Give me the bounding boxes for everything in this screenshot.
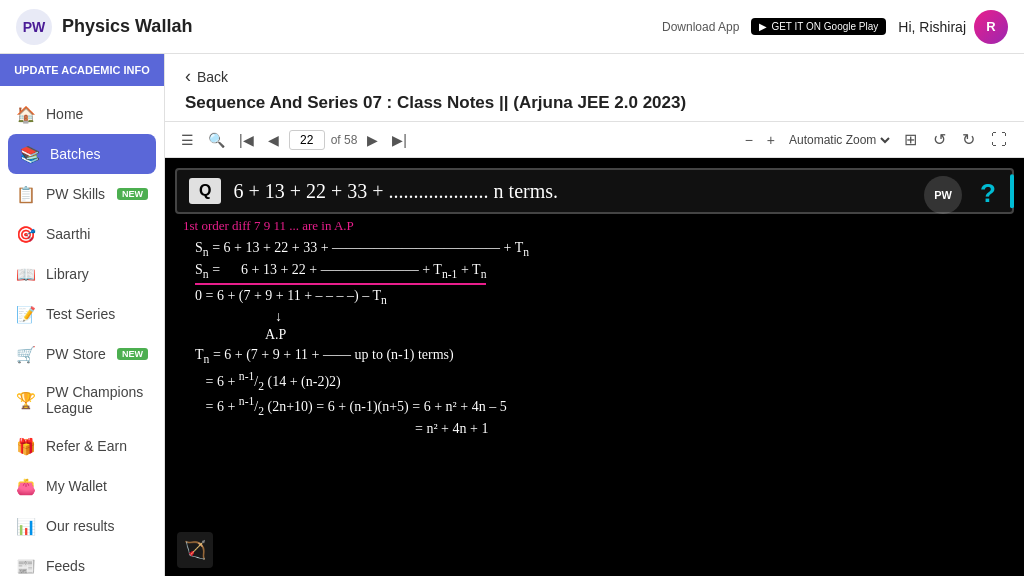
math-content: Q 6 + 13 + 22 + 33 + ...................… [165, 158, 1024, 576]
pdf-last-page-btn[interactable]: ▶| [388, 130, 411, 150]
eq-arrow: ↓ [275, 309, 1014, 325]
sidebar-item-saarthi[interactable]: 🎯 Saarthi [0, 214, 164, 254]
sidebar-label-home: Home [46, 106, 83, 122]
top-navigation: PW Physics Wallah Download App ▶ GET IT … [0, 0, 1024, 54]
pw-logo: PW [16, 9, 52, 45]
eq-line-expand1: = 6 + n-1/2 (14 + (n-2)2) [195, 370, 1014, 392]
sidebar-label-pw-skills: PW Skills [46, 186, 105, 202]
pdf-menu-btn[interactable]: ☰ [177, 130, 198, 150]
pdf-page-input[interactable] [289, 130, 325, 150]
library-icon: 📖 [16, 264, 36, 284]
sidebar-item-refer-earn[interactable]: 🎁 Refer & Earn [0, 426, 164, 466]
sidebar-label-pw-champions: PW Champions League [46, 384, 148, 416]
q-badge: Q [189, 178, 221, 204]
pdf-canvas: Q 6 + 13 + 22 + 33 + ...................… [165, 158, 1024, 576]
play-icon: ▶ [759, 21, 767, 32]
content-header: ‹ Back Sequence And Series 07 : Class No… [165, 54, 1024, 122]
sidebar-item-library[interactable]: 📖 Library [0, 254, 164, 294]
download-label: Download App [662, 20, 739, 34]
sidebar: UPDATE ACADEMIC INFO 🏠 Home 📚 Batches 📋 … [0, 54, 165, 576]
top-nav-left: PW Physics Wallah [16, 9, 192, 45]
top-nav-right: Download App ▶ GET IT ON Google Play Hi,… [662, 10, 1008, 44]
refer-earn-icon: 🎁 [16, 436, 36, 456]
pdf-prev-page-btn[interactable]: ◀ [264, 130, 283, 150]
user-info: Hi, Rishiraj R [898, 10, 1008, 44]
eq-line-1: Sn = 6 + 13 + 22 + 33 + ———————————— + T… [195, 240, 1014, 259]
eq-line-3: 0 = 6 + (7 + 9 + 11 + – – – –) – Tn [195, 288, 1014, 307]
math-equations: Sn = 6 + 13 + 22 + 33 + ———————————— + T… [175, 240, 1014, 437]
eq-line-2: Sn = 6 + 13 + 22 + ——————— + Tn-1 + Tn [195, 262, 1014, 285]
back-button[interactable]: ‹ Back [185, 66, 1004, 87]
sidebar-nav: 🏠 Home 📚 Batches 📋 PW Skills NEW 🎯 Saart… [0, 86, 164, 576]
pdf-screenshot-btn[interactable]: ⊞ [899, 128, 922, 151]
test-series-icon: 📝 [16, 304, 36, 324]
user-avatar[interactable]: R [974, 10, 1008, 44]
sidebar-item-test-series[interactable]: 📝 Test Series [0, 294, 164, 334]
sidebar-label-my-wallet: My Wallet [46, 478, 107, 494]
annotation-text: 1st order diff 7 9 11 ... are in A.P [183, 218, 1014, 234]
content-area: ‹ Back Sequence And Series 07 : Class No… [165, 54, 1024, 576]
sidebar-label-batches: Batches [50, 146, 101, 162]
sidebar-label-library: Library [46, 266, 89, 282]
sidebar-label-pw-store: PW Store [46, 346, 106, 362]
app-title: Physics Wallah [62, 16, 192, 37]
sidebar-item-feeds[interactable]: 📰 Feeds [0, 546, 164, 576]
home-icon: 🏠 [16, 104, 36, 124]
sidebar-item-pw-champions[interactable]: 🏆 PW Champions League [0, 374, 164, 426]
sidebar-label-feeds: Feeds [46, 558, 85, 574]
sidebar-item-batches[interactable]: 📚 Batches [8, 134, 156, 174]
question-mark-icon: ? [980, 178, 996, 209]
user-greeting: Hi, Rishiraj [898, 19, 966, 35]
pdf-toolbar-right: ⊞ ↺ ↻ ⛶ [899, 128, 1012, 151]
pdf-zoom-select[interactable]: Automatic Zoom [785, 132, 893, 148]
pw-store-icon: 🛒 [16, 344, 36, 364]
sidebar-label-saarthi: Saarthi [46, 226, 90, 242]
pdf-rotate-cw-btn[interactable]: ↻ [957, 128, 980, 151]
sidebar-label-refer-earn: Refer & Earn [46, 438, 127, 454]
archer-icon: 🏹 [177, 532, 213, 568]
new-badge-pw-store: NEW [117, 348, 148, 360]
sidebar-item-our-results[interactable]: 📊 Our results [0, 506, 164, 546]
teal-accent-bar [1010, 174, 1014, 208]
sidebar-label-our-results: Our results [46, 518, 114, 534]
pdf-rotate-ccw-btn[interactable]: ↺ [928, 128, 951, 151]
google-play-text: GET IT ON Google Play [771, 21, 878, 32]
eq-line-expand2: = 6 + n-1/2 (2n+10) = 6 + (n-1)(n+5) = 6… [195, 396, 1014, 418]
sidebar-item-pw-skills[interactable]: 📋 PW Skills NEW [0, 174, 164, 214]
new-badge-pw-skills: NEW [117, 188, 148, 200]
saarthi-icon: 🎯 [16, 224, 36, 244]
feeds-icon: 📰 [16, 556, 36, 576]
results-icon: 📊 [16, 516, 36, 536]
wallet-icon: 👛 [16, 476, 36, 496]
pdf-zoom-out-btn[interactable]: − [741, 130, 757, 150]
pdf-viewer: Q 6 + 13 + 22 + 33 + ...................… [165, 158, 1024, 576]
pw-champions-icon: 🏆 [16, 390, 36, 410]
question-text: 6 + 13 + 22 + 33 + .................... … [233, 180, 558, 203]
document-title: Sequence And Series 07 : Class Notes || … [185, 93, 1004, 113]
pdf-toolbar: ☰ 🔍 |◀ ◀ of 58 ▶ ▶| − + Automatic Zoom ⊞… [165, 122, 1024, 158]
sidebar-item-pw-store[interactable]: 🛒 PW Store NEW [0, 334, 164, 374]
batches-icon: 📚 [20, 144, 40, 164]
eq-tn-def: Tn = 6 + (7 + 9 + 11 + —— up to (n-1) te… [195, 347, 1014, 366]
pw-skills-icon: 📋 [16, 184, 36, 204]
back-label: Back [197, 69, 228, 85]
google-play-badge[interactable]: ▶ GET IT ON Google Play [751, 18, 886, 35]
eq-ap: A.P [265, 327, 1014, 343]
sidebar-item-home[interactable]: 🏠 Home [0, 94, 164, 134]
eq-line-final: = n² + 4n + 1 [415, 421, 1014, 437]
sidebar-item-my-wallet[interactable]: 👛 My Wallet [0, 466, 164, 506]
main-layout: UPDATE ACADEMIC INFO 🏠 Home 📚 Batches 📋 … [0, 54, 1024, 576]
pw-watermark: PW [924, 176, 962, 214]
pdf-next-page-btn[interactable]: ▶ [363, 130, 382, 150]
pdf-page-total: of 58 [331, 133, 358, 147]
pdf-first-page-btn[interactable]: |◀ [235, 130, 258, 150]
pdf-search-btn[interactable]: 🔍 [204, 130, 229, 150]
sidebar-label-test-series: Test Series [46, 306, 115, 322]
pdf-fullscreen-btn[interactable]: ⛶ [986, 129, 1012, 151]
update-academic-btn[interactable]: UPDATE ACADEMIC INFO [0, 54, 164, 86]
back-arrow-icon: ‹ [185, 66, 191, 87]
pdf-zoom-in-btn[interactable]: + [763, 130, 779, 150]
pdf-toolbar-left: ☰ 🔍 |◀ ◀ of 58 ▶ ▶| − + Automatic Zoom [177, 130, 893, 150]
